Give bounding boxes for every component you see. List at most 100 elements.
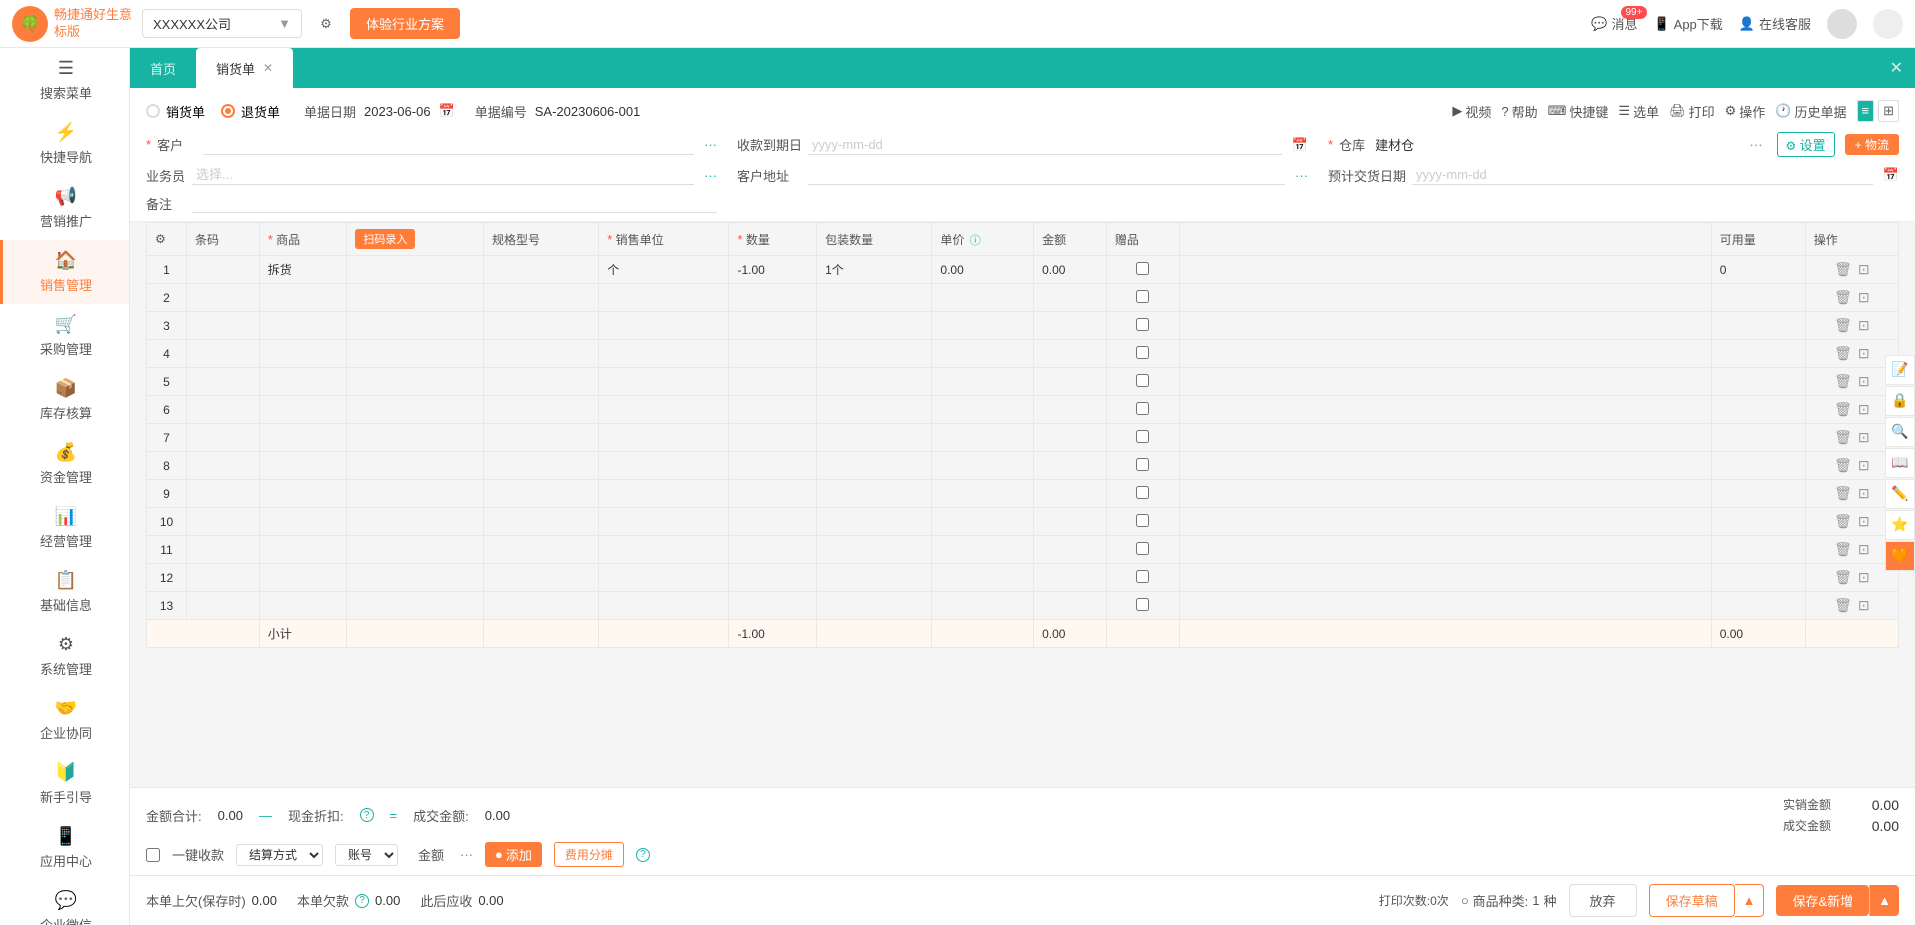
save-new-dropdown-btn[interactable]: ▲ xyxy=(1869,885,1899,916)
product-type-selector[interactable]: ○ 商品种类: 1 种 xyxy=(1461,891,1557,910)
history-btn[interactable]: 🕐 历史单据 xyxy=(1775,102,1846,121)
copy-icon-6[interactable]: ⊡ xyxy=(1858,401,1870,418)
receive-date-calendar-icon[interactable]: 📅 xyxy=(1292,137,1308,153)
copy-icon-13[interactable]: ⊡ xyxy=(1858,597,1870,614)
sidebar-item-marketing[interactable]: 📢 营销推广 xyxy=(0,176,129,240)
float-btn-3[interactable]: 🔍 xyxy=(1885,417,1915,447)
copy-icon-1[interactable]: ⊡ xyxy=(1858,261,1870,278)
sidebar-item-purchase[interactable]: 🛒 采购管理 xyxy=(0,304,129,368)
copy-icon-5[interactable]: ⊡ xyxy=(1858,373,1870,390)
logistics-btn[interactable]: + 物流 xyxy=(1845,134,1899,155)
list-view-icon[interactable]: ≡ xyxy=(1857,100,1875,122)
delete-icon-1[interactable]: 🗑 xyxy=(1834,261,1852,278)
copy-icon-7[interactable]: ⊡ xyxy=(1858,429,1870,446)
delete-icon-11[interactable]: 🗑 xyxy=(1834,541,1852,558)
delete-icon-10[interactable]: 🗑 xyxy=(1834,513,1852,530)
delete-icon-9[interactable]: 🗑 xyxy=(1834,485,1852,502)
save-draft-dropdown-btn[interactable]: ▲ xyxy=(1735,884,1765,917)
gift-checkbox-9[interactable] xyxy=(1136,486,1149,499)
float-btn-4[interactable]: 📖 xyxy=(1885,448,1915,478)
gift-checkbox-6[interactable] xyxy=(1136,402,1149,415)
delete-icon-5[interactable]: 🗑 xyxy=(1834,373,1852,390)
gift-checkbox-1[interactable] xyxy=(1136,262,1149,275)
copy-icon-9[interactable]: ⊡ xyxy=(1858,485,1870,502)
gift-checkbox-13[interactable] xyxy=(1136,598,1149,611)
print-btn[interactable]: 🖨 打印 xyxy=(1669,102,1715,121)
message-btn[interactable]: 💬 消息 99+ xyxy=(1591,14,1637,33)
gift-checkbox-10[interactable] xyxy=(1136,514,1149,527)
copy-icon-12[interactable]: ⊡ xyxy=(1858,569,1870,586)
customer-address-input[interactable] xyxy=(808,165,1285,185)
help-btn[interactable]: ? 帮助 xyxy=(1501,102,1537,121)
salesperson-more-icon[interactable]: ··· xyxy=(704,168,717,183)
float-btn-2[interactable]: 🔒 xyxy=(1885,386,1915,416)
delete-icon-8[interactable]: 🗑 xyxy=(1834,457,1852,474)
radio-sales[interactable]: 销货单 xyxy=(146,102,205,121)
owed-question-icon[interactable]: ? xyxy=(355,894,369,908)
abandon-btn[interactable]: 放弃 xyxy=(1569,884,1637,917)
settings-btn[interactable]: ⚙ 设置 xyxy=(1777,132,1835,157)
col-settings[interactable]: ⚙ xyxy=(147,223,187,256)
float-btn-1[interactable]: 📝 xyxy=(1885,355,1915,385)
delete-icon-12[interactable]: 🗑 xyxy=(1834,569,1852,586)
online-service-btn[interactable]: 👤 在线客服 xyxy=(1739,14,1811,33)
gift-checkbox-7[interactable] xyxy=(1136,430,1149,443)
sidebar-item-app-center[interactable]: 📱 应用中心 xyxy=(0,816,129,880)
float-btn-6[interactable]: ⭐ xyxy=(1885,510,1915,540)
sidebar-item-wechat[interactable]: 💬 企业微信 xyxy=(0,880,129,925)
gift-checkbox-3[interactable] xyxy=(1136,318,1149,331)
operation-btn[interactable]: ⚙ 操作 xyxy=(1725,102,1766,121)
gift-checkbox-12[interactable] xyxy=(1136,570,1149,583)
app-download-btn[interactable]: 📱 App下载 xyxy=(1653,14,1722,33)
sidebar-item-quick-nav[interactable]: ⚡ 快捷导航 xyxy=(0,112,129,176)
customer-address-more-icon[interactable]: ··· xyxy=(1295,168,1308,183)
sidebar-item-inventory[interactable]: 📦 库存核算 xyxy=(0,368,129,432)
delete-icon-13[interactable]: 🗑 xyxy=(1834,597,1852,614)
sidebar-item-operations[interactable]: 📊 经营管理 xyxy=(0,496,129,560)
scan-btn[interactable]: 扫码录入 xyxy=(355,229,415,249)
expense-btn[interactable]: 费用分摊 xyxy=(554,842,624,867)
tab-sales-order[interactable]: 销货单 ✕ xyxy=(196,48,293,88)
delete-icon-7[interactable]: 🗑 xyxy=(1834,429,1852,446)
sidebar-item-finance[interactable]: 💰 资金管理 xyxy=(0,432,129,496)
receive-date-input[interactable] xyxy=(808,135,1282,155)
avatar[interactable] xyxy=(1827,9,1857,39)
sidebar-item-sales[interactable]: 🏠 销售管理 xyxy=(0,240,129,304)
copy-icon-11[interactable]: ⊡ xyxy=(1858,541,1870,558)
select-btn[interactable]: ☰ 选单 xyxy=(1618,102,1659,121)
delete-icon-3[interactable]: 🗑 xyxy=(1834,317,1852,334)
account-select[interactable]: 账号 xyxy=(335,844,398,866)
video-btn[interactable]: ▶ 视频 xyxy=(1452,102,1491,121)
cash-discount-question-icon[interactable]: ? xyxy=(360,808,374,822)
gift-checkbox-8[interactable] xyxy=(1136,458,1149,471)
settings-icon-btn[interactable]: ⚙ xyxy=(310,8,342,40)
company-selector[interactable]: XXXXXX公司 ▼ xyxy=(142,9,302,38)
gift-checkbox-4[interactable] xyxy=(1136,346,1149,359)
date-calendar-icon[interactable]: 📅 xyxy=(439,103,455,119)
unit-price-info-icon[interactable]: ⓘ xyxy=(970,235,981,247)
settlement-method-select[interactable]: 结算方式 xyxy=(236,844,323,866)
copy-icon-10[interactable]: ⊡ xyxy=(1858,513,1870,530)
add-btn[interactable]: ● 添加 xyxy=(485,842,542,867)
sidebar-item-system[interactable]: ⚙ 系统管理 xyxy=(0,624,129,688)
sidebar-item-guide[interactable]: 🔰 新手引导 xyxy=(0,752,129,816)
float-btn-7[interactable]: 🧡 xyxy=(1885,541,1915,571)
gift-checkbox-5[interactable] xyxy=(1136,374,1149,387)
copy-icon-2[interactable]: ⊡ xyxy=(1858,289,1870,306)
trial-btn[interactable]: 体验行业方案 xyxy=(350,8,460,39)
amount-more-icon[interactable]: ··· xyxy=(460,847,473,862)
one-key-payment-checkbox[interactable] xyxy=(146,848,160,862)
float-btn-5[interactable]: ✏️ xyxy=(1885,479,1915,509)
remark-input[interactable] xyxy=(192,193,717,213)
sidebar-item-basic-info[interactable]: 📋 基础信息 xyxy=(0,560,129,624)
customer-input[interactable] xyxy=(203,135,694,155)
delete-icon-4[interactable]: 🗑 xyxy=(1834,345,1852,362)
warehouse-more-icon[interactable]: ··· xyxy=(1750,137,1763,152)
delivery-calendar-icon[interactable]: 📅 xyxy=(1883,167,1899,183)
shortcut-btn[interactable]: ⌨ 快捷键 xyxy=(1548,102,1609,121)
tab-close-icon[interactable]: ✕ xyxy=(263,61,273,75)
delete-icon-6[interactable]: 🗑 xyxy=(1834,401,1852,418)
radio-return[interactable]: 退货单 xyxy=(221,102,280,121)
tab-home[interactable]: 首页 xyxy=(130,48,196,88)
save-draft-btn[interactable]: 保存草稿 xyxy=(1649,884,1735,917)
